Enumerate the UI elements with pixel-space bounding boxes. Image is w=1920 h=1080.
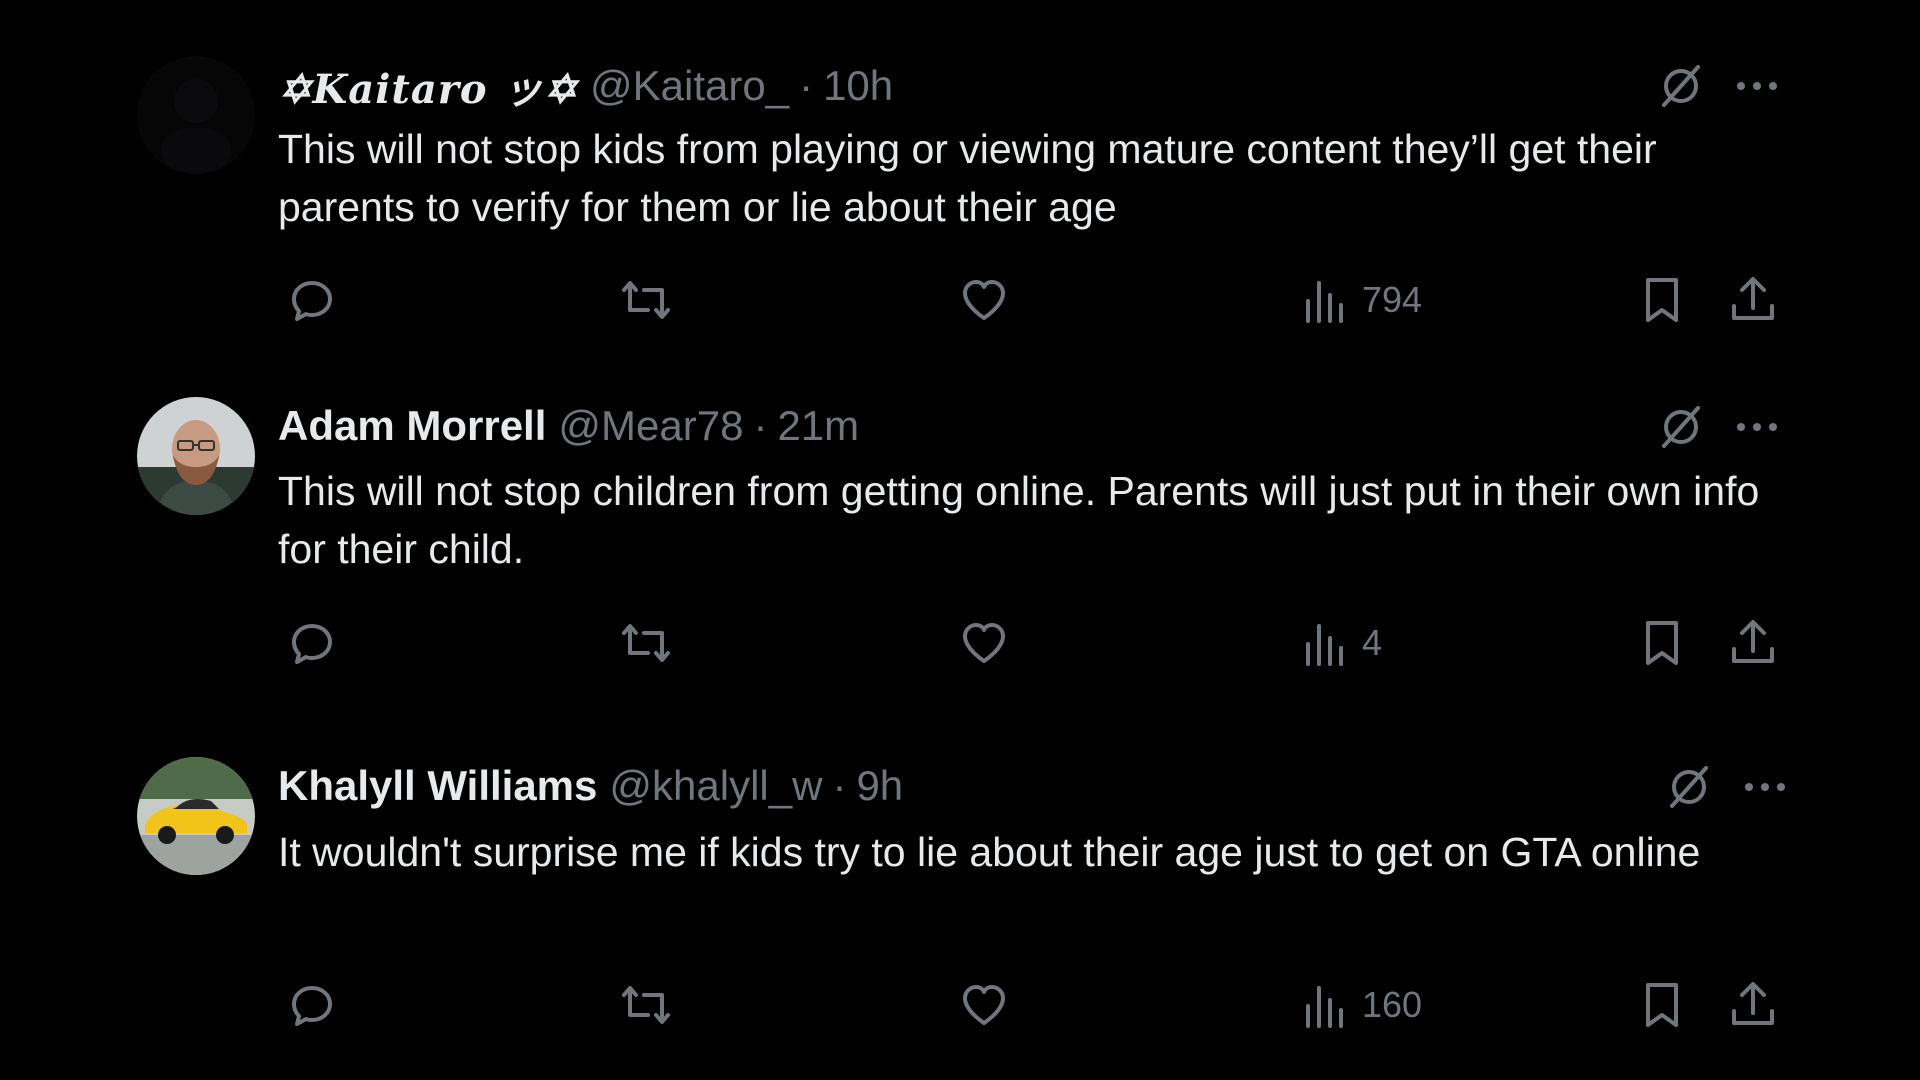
repost-button[interactable] xyxy=(618,270,674,330)
reply-icon xyxy=(292,281,332,321)
like-icon xyxy=(963,280,1005,320)
like-icon xyxy=(963,623,1005,663)
like-button[interactable] xyxy=(958,975,1010,1035)
tweet-header: Khalyll Williams @khalyll_w · 9h xyxy=(278,756,903,816)
share-button[interactable] xyxy=(1728,975,1778,1035)
bookmark-button[interactable] xyxy=(1640,270,1684,330)
views-icon xyxy=(1306,624,1343,666)
tweet-actions: 4 xyxy=(278,613,1778,673)
separator: · xyxy=(832,762,847,809)
more-icon[interactable] xyxy=(1734,417,1780,437)
grok-icon[interactable] xyxy=(1664,762,1714,812)
tweet-text: This will not stop kids from playing or … xyxy=(278,126,1657,230)
timestamp[interactable]: 9h xyxy=(856,762,903,810)
reply-feed: ✡︎Kaitaro ッ✡︎ @Kaitaro_ · 10h This will … xyxy=(0,0,1920,1080)
share-icon xyxy=(1732,982,1774,1025)
tweet-actions: 794 xyxy=(278,270,1778,330)
handle[interactable]: @Kaitaro_ xyxy=(590,62,789,110)
avatar-image xyxy=(137,397,255,515)
views-icon xyxy=(1306,986,1343,1028)
more-icon[interactable] xyxy=(1742,777,1788,797)
reply-button[interactable] xyxy=(286,613,338,673)
bookmark-icon xyxy=(1646,621,1678,665)
display-name[interactable]: Adam Morrell xyxy=(278,402,546,450)
display-name[interactable]: ✡︎Kaitaro ッ✡︎ xyxy=(278,57,578,115)
repost-icon xyxy=(622,624,670,662)
share-button[interactable] xyxy=(1728,270,1778,330)
repost-icon xyxy=(622,281,670,319)
tweet-header: Adam Morrell @Mear78 · 21m xyxy=(278,396,859,456)
display-name[interactable]: Khalyll Williams xyxy=(278,762,597,810)
bookmark-button[interactable] xyxy=(1640,975,1684,1035)
like-button[interactable] xyxy=(958,270,1010,330)
more-icon[interactable] xyxy=(1734,76,1780,96)
reply-button[interactable] xyxy=(286,975,338,1035)
share-icon xyxy=(1732,620,1774,663)
share-button[interactable] xyxy=(1728,613,1778,673)
like-icon xyxy=(963,985,1005,1025)
handle[interactable]: @khalyll_w xyxy=(609,762,822,810)
timestamp[interactable]: 10h xyxy=(823,62,893,110)
share-icon xyxy=(1732,277,1774,320)
reply-icon xyxy=(292,624,332,664)
timestamp[interactable]: 21m xyxy=(777,402,859,450)
avatar[interactable] xyxy=(137,397,255,515)
bookmark-icon xyxy=(1646,983,1678,1027)
views-button[interactable]: 4 xyxy=(1302,613,1382,673)
bookmark-button[interactable] xyxy=(1640,613,1684,673)
tweet-top-actions xyxy=(1656,397,1780,457)
avatar-image xyxy=(137,56,255,174)
avatar[interactable] xyxy=(137,56,255,174)
tweet-text: This will not stop children from getting… xyxy=(278,468,1760,572)
avatar-image xyxy=(137,757,255,875)
tweet-actions: 160 xyxy=(278,975,1778,1035)
views-icon xyxy=(1306,281,1343,323)
tweet-header: ✡︎Kaitaro ッ✡︎ @Kaitaro_ · 10h xyxy=(278,56,893,116)
tweet-top-actions xyxy=(1664,757,1788,817)
views-button[interactable]: 794 xyxy=(1302,270,1422,330)
views-count: 160 xyxy=(1362,984,1423,1025)
grok-icon[interactable] xyxy=(1656,61,1706,111)
grok-icon[interactable] xyxy=(1656,402,1706,452)
repost-icon xyxy=(622,986,670,1024)
repost-button[interactable] xyxy=(618,613,674,673)
reply-button[interactable] xyxy=(286,270,338,330)
views-button[interactable]: 160 xyxy=(1302,975,1422,1035)
tweet-top-actions xyxy=(1656,56,1780,116)
separator: · xyxy=(799,62,814,109)
repost-button[interactable] xyxy=(618,975,674,1035)
reply-icon xyxy=(292,986,332,1026)
separator: · xyxy=(753,402,768,449)
handle[interactable]: @Mear78 xyxy=(558,402,743,450)
views-count: 4 xyxy=(1362,622,1383,663)
views-count: 794 xyxy=(1362,279,1423,320)
like-button[interactable] xyxy=(958,613,1010,673)
tweet-text: It wouldn't surprise me if kids try to l… xyxy=(278,829,1701,875)
bookmark-icon xyxy=(1646,278,1678,322)
avatar[interactable] xyxy=(137,757,255,875)
